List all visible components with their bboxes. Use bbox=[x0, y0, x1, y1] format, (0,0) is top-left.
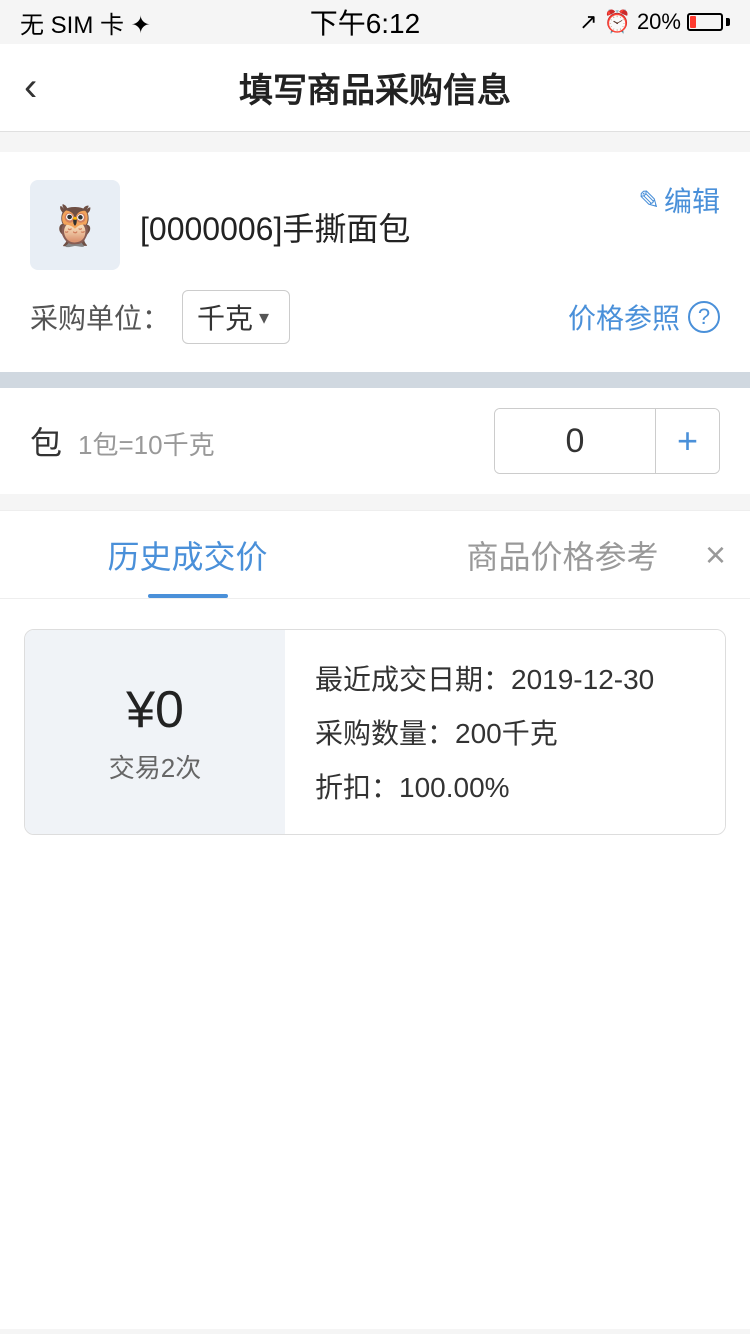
recent-date-value: 2019-12-30 bbox=[511, 664, 654, 695]
battery-tip bbox=[726, 18, 730, 26]
product-header: 🦉 [0000006]手撕面包 ✎ 编辑 bbox=[30, 180, 720, 270]
unit-main-label: 包 bbox=[30, 418, 62, 464]
purchase-qty-label: 采购数量： bbox=[315, 718, 455, 749]
battery-percent: 20% bbox=[637, 9, 681, 35]
discount-row: 折扣：100.00% bbox=[315, 766, 695, 806]
edit-button[interactable]: ✎ 编辑 bbox=[638, 180, 720, 220]
price-amount: ¥0 bbox=[126, 680, 184, 740]
help-icon: ? bbox=[688, 301, 720, 333]
edit-label: 编辑 bbox=[664, 180, 720, 220]
quantity-plus-button[interactable]: + bbox=[655, 409, 719, 473]
sim-status: 无 SIM 卡 ✦ bbox=[20, 5, 151, 40]
status-bar: 无 SIM 卡 ✦ 下午6:12 ↗ ⏰ 20% bbox=[0, 0, 750, 44]
product-owl-icon: 🦉 bbox=[50, 202, 100, 249]
status-time: 下午6:12 bbox=[310, 2, 421, 42]
discount-label: 折扣： bbox=[315, 772, 399, 803]
product-title: 手撕面包 bbox=[282, 211, 410, 247]
alarm-icon: ⏰ bbox=[604, 9, 631, 35]
tab-close-button[interactable]: × bbox=[705, 534, 726, 576]
product-card: 🦉 [0000006]手撕面包 ✎ 编辑 采购单位： 千克 ▾ 价格参照 ? bbox=[0, 152, 750, 372]
back-button[interactable]: ‹ bbox=[24, 65, 37, 110]
tab-product-price-ref-label: 商品价格参考 bbox=[466, 532, 658, 578]
product-code: [0000006] bbox=[140, 211, 282, 247]
quantity-input[interactable] bbox=[495, 409, 655, 473]
edit-icon: ✎ bbox=[638, 185, 660, 216]
tabs-container: 历史成交价 商品价格参考 × ¥0 交易2次 最近成交日期：2019-12-30… bbox=[0, 510, 750, 1329]
quantity-row: 包 1包=10千克 + bbox=[0, 388, 750, 494]
battery-fill bbox=[690, 16, 696, 28]
chevron-down-icon: ▾ bbox=[259, 305, 269, 330]
battery-body bbox=[687, 13, 723, 31]
unit-selector[interactable]: 千克 ▾ bbox=[182, 290, 290, 344]
currency-symbol: ¥ bbox=[126, 681, 155, 739]
tab-history-price-label: 历史成交价 bbox=[107, 532, 267, 578]
tab-history-price[interactable]: 历史成交价 bbox=[0, 511, 375, 598]
history-price-col: ¥0 交易2次 bbox=[25, 630, 285, 834]
price-value: 0 bbox=[155, 681, 184, 739]
purchase-unit-label: 采购单位： bbox=[30, 297, 170, 337]
price-ref-label: 价格参照 bbox=[568, 297, 680, 337]
tab-product-price-ref[interactable]: 商品价格参考 bbox=[375, 511, 750, 598]
tab-active-underline bbox=[148, 594, 228, 598]
location-icon: ↗ bbox=[579, 9, 597, 35]
recent-date-row: 最近成交日期：2019-12-30 bbox=[315, 658, 695, 698]
quantity-input-group: + bbox=[494, 408, 720, 474]
history-price-card: ¥0 交易2次 最近成交日期：2019-12-30 采购数量：200千克 折扣：… bbox=[24, 629, 726, 835]
tabs-header: 历史成交价 商品价格参考 × bbox=[0, 511, 750, 599]
history-detail-col: 最近成交日期：2019-12-30 采购数量：200千克 折扣：100.00% bbox=[285, 630, 725, 834]
quantity-label: 包 1包=10千克 bbox=[30, 418, 215, 464]
section-divider bbox=[0, 372, 750, 388]
recent-date-label: 最近成交日期： bbox=[315, 664, 511, 695]
product-name: [0000006]手撕面包 bbox=[140, 204, 410, 250]
status-right: ↗ ⏰ 20% bbox=[579, 9, 730, 35]
purchase-qty-row: 采购数量：200千克 bbox=[315, 712, 695, 752]
product-left: 🦉 [0000006]手撕面包 bbox=[30, 180, 410, 270]
status-left: 无 SIM 卡 ✦ bbox=[20, 5, 151, 40]
nav-bar: ‹ 填写商品采购信息 bbox=[0, 44, 750, 132]
unit-value: 千克 bbox=[197, 297, 253, 337]
product-thumbnail: 🦉 bbox=[30, 180, 120, 270]
discount-value: 100.00% bbox=[399, 772, 510, 803]
main-content: ¥0 交易2次 最近成交日期：2019-12-30 采购数量：200千克 折扣：… bbox=[0, 629, 750, 1329]
purchase-unit-row: 采购单位： 千克 ▾ 价格参照 ? bbox=[30, 290, 720, 344]
transaction-count: 交易2次 bbox=[109, 748, 201, 785]
purchase-qty-value: 200千克 bbox=[455, 718, 558, 749]
unit-sub-label: 1包=10千克 bbox=[78, 425, 215, 462]
price-ref-button[interactable]: 价格参照 ? bbox=[568, 297, 720, 337]
battery-icon bbox=[687, 13, 730, 31]
purchase-unit-left: 采购单位： 千克 ▾ bbox=[30, 290, 290, 344]
page-title: 填写商品采购信息 bbox=[239, 63, 511, 112]
